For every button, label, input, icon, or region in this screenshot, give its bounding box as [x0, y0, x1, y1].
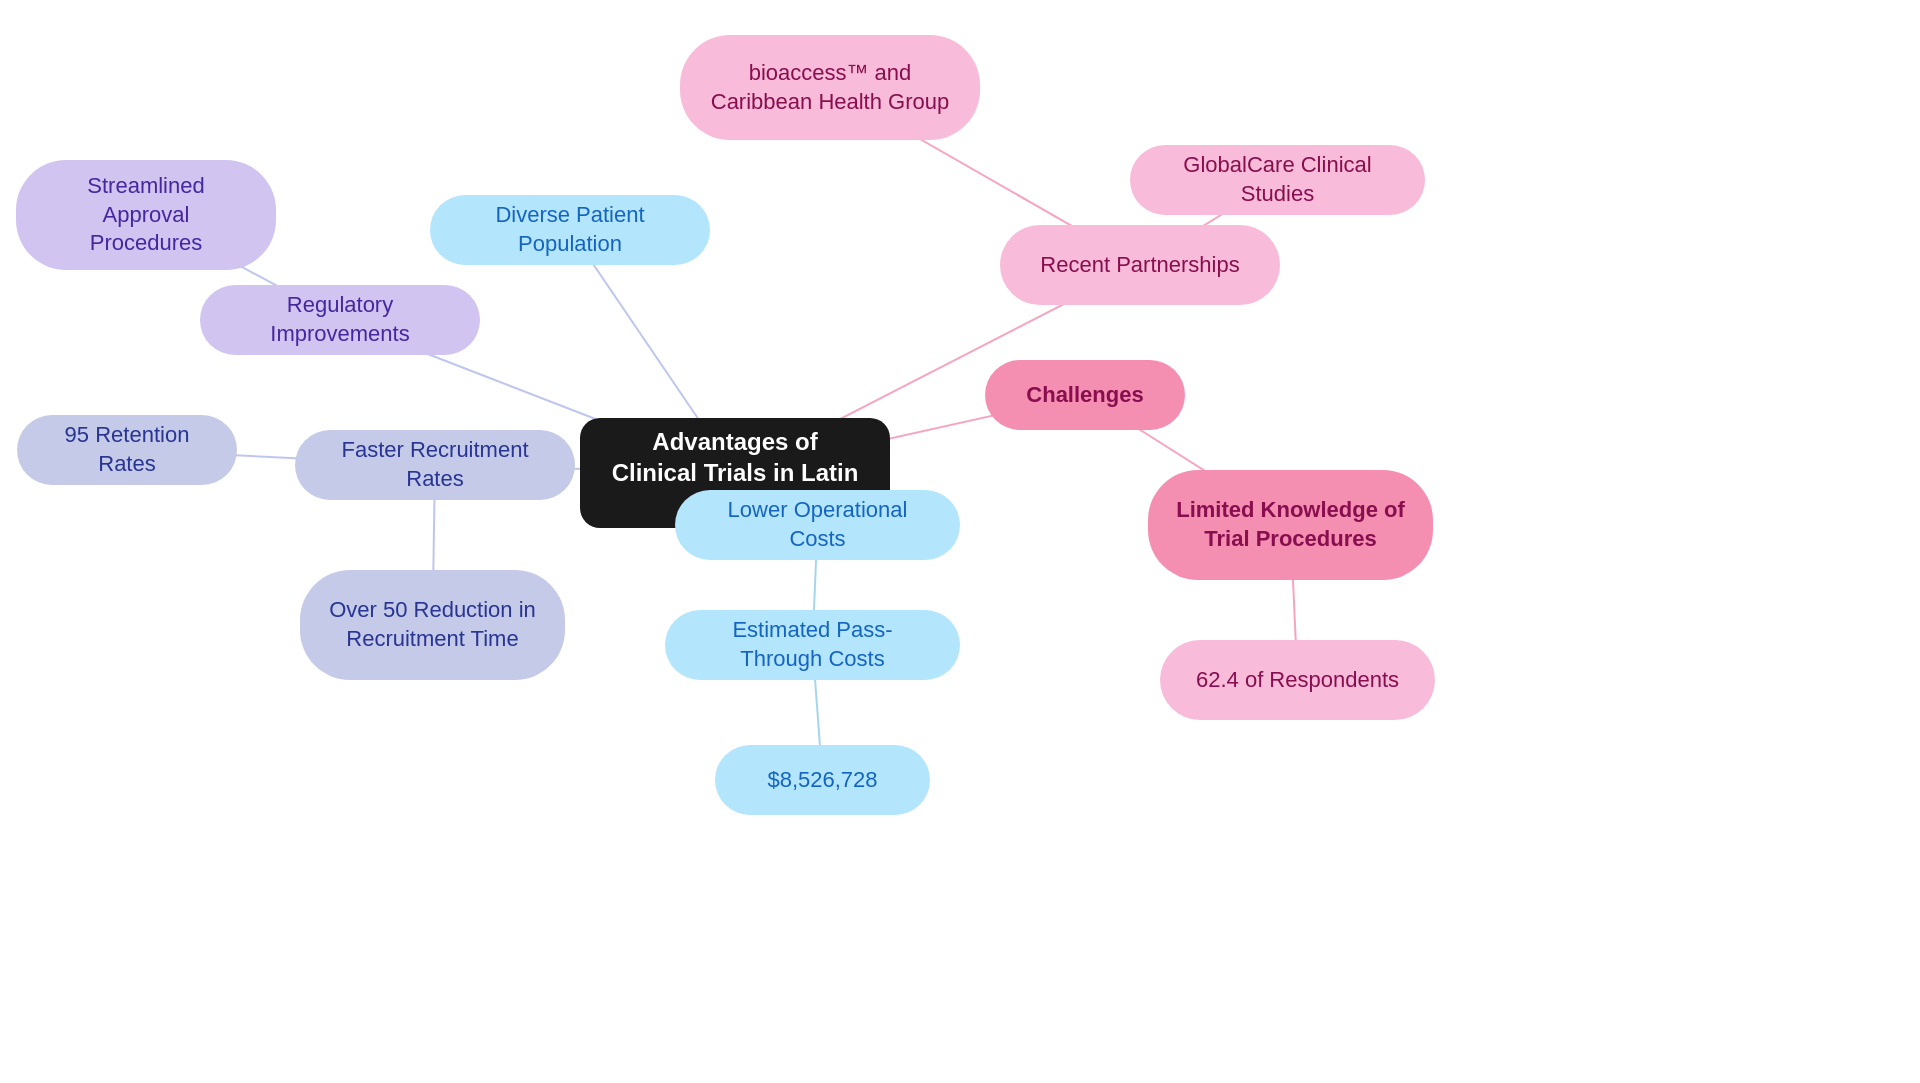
limited-knowledge-label: Limited Knowledge of Trial Procedures: [1176, 496, 1405, 553]
over50-node: Over 50 Reduction in Recruitment Time: [300, 570, 565, 680]
streamlined-node: Streamlined Approval Procedures: [16, 160, 276, 270]
pass-through-node: Estimated Pass-Through Costs: [665, 610, 960, 680]
streamlined-label: Streamlined Approval Procedures: [44, 172, 248, 258]
dollar-label: $8,526,728: [767, 766, 877, 795]
over50-label: Over 50 Reduction in Recruitment Time: [328, 596, 537, 653]
faster-recruitment-node: Faster Recruitment Rates: [295, 430, 575, 500]
faster-recruitment-label: Faster Recruitment Rates: [323, 436, 547, 493]
lower-costs-node: Lower Operational Costs: [675, 490, 960, 560]
regulatory-node: Regulatory Improvements: [200, 285, 480, 355]
dollar-node: $8,526,728: [715, 745, 930, 815]
retention-label: 95 Retention Rates: [45, 421, 209, 478]
respondents-node: 62.4 of Respondents: [1160, 640, 1435, 720]
recent-partnerships-node: Recent Partnerships: [1000, 225, 1280, 305]
globalcare-label: GlobalCare Clinical Studies: [1158, 151, 1397, 208]
diverse-patient-node: Diverse Patient Population: [430, 195, 710, 265]
challenges-node: Challenges: [985, 360, 1185, 430]
regulatory-label: Regulatory Improvements: [228, 291, 452, 348]
bioaccess-node: bioaccess™ and Caribbean Health Group: [680, 35, 980, 140]
pass-through-label: Estimated Pass-Through Costs: [693, 616, 932, 673]
recent-partnerships-label: Recent Partnerships: [1040, 251, 1239, 280]
lower-costs-label: Lower Operational Costs: [703, 496, 932, 553]
challenges-label: Challenges: [1026, 381, 1143, 410]
limited-knowledge-node: Limited Knowledge of Trial Procedures: [1148, 470, 1433, 580]
bioaccess-label: bioaccess™ and Caribbean Health Group: [708, 59, 952, 116]
diverse-patient-label: Diverse Patient Population: [458, 201, 682, 258]
retention-node: 95 Retention Rates: [17, 415, 237, 485]
globalcare-node: GlobalCare Clinical Studies: [1130, 145, 1425, 215]
respondents-label: 62.4 of Respondents: [1196, 666, 1399, 695]
